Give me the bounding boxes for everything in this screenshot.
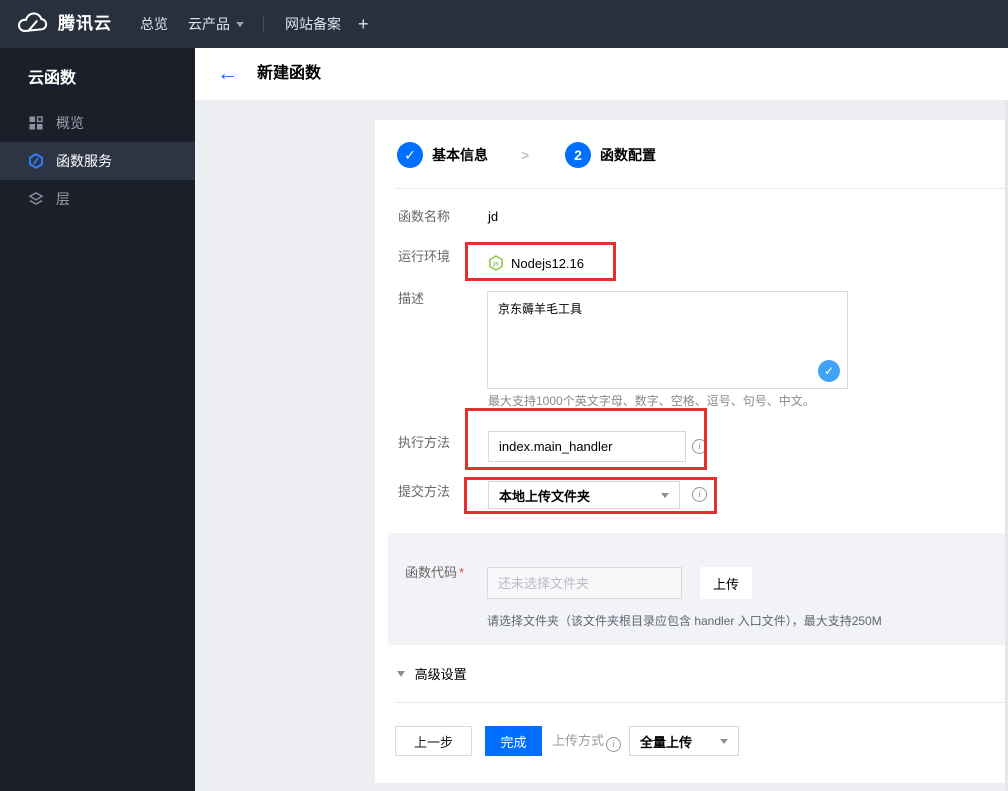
handler-info-icon[interactable] (692, 439, 707, 454)
sidebar-item-function-service[interactable]: 函数服务 (0, 142, 195, 180)
validation-check-icon: ✓ (818, 360, 840, 382)
submit-method-value: 本地上传文件夹 (499, 488, 591, 504)
layers-icon (28, 191, 44, 207)
upload-mode-value: 全量上传 (640, 734, 693, 750)
chevron-down-icon (236, 22, 244, 27)
description-hint: 最大支持1000个英文字母、数字、空格、逗号、句号、中文。 (488, 394, 815, 408)
handler-input[interactable] (488, 431, 686, 462)
runtime-label: 运行环境 (398, 249, 451, 264)
sidebar: 云函数 概览 函数服务 层 (0, 48, 195, 791)
grid-icon (28, 115, 44, 131)
upload-button[interactable]: 上传 (700, 567, 752, 599)
runtime-value: Nodejs12.16 (511, 255, 584, 271)
triangle-down-icon (397, 671, 405, 677)
topnav-website-record[interactable]: 网站备案 (285, 0, 341, 48)
handler-label: 执行方法 (398, 435, 451, 450)
step-chevron-icon: > (521, 147, 530, 163)
create-function-card: ✓ 基本信息 > 2 函数配置 函数名称 jd 运行环境 js Nodejs12… (375, 120, 1008, 783)
step1-label: 基本信息 (432, 147, 488, 163)
function-code-panel: 函数代码* 上传 请选择文件夹（该文件夹根目录应包含 handler 入口文件）… (388, 533, 1008, 645)
sidebar-item-label: 函数服务 (56, 153, 112, 169)
footer-divider (395, 702, 1008, 703)
advanced-settings-toggle[interactable]: 高级设置 (397, 665, 467, 685)
description-textarea[interactable]: 京东薅羊毛工具 (487, 291, 848, 389)
tencent-cloud-logo-icon[interactable] (14, 11, 52, 40)
finish-button[interactable]: 完成 (485, 726, 542, 756)
step1-done-check-icon: ✓ (397, 142, 423, 168)
description-label: 描述 (398, 291, 425, 306)
add-tab-button[interactable]: + (358, 0, 369, 48)
sidebar-item-layers[interactable]: 层 (0, 180, 195, 218)
sidebar-item-overview[interactable]: 概览 (0, 104, 195, 142)
upload-mode-label: 上传方式 (552, 726, 622, 756)
runtime-value-row: js Nodejs12.16 (488, 244, 584, 282)
topnav-cloud-products[interactable]: 云产品 (188, 0, 244, 48)
advanced-settings-label: 高级设置 (414, 667, 467, 682)
submit-method-info-icon[interactable] (692, 487, 707, 502)
upload-mode-select[interactable]: 全量上传 (629, 726, 739, 756)
brand-name[interactable]: 腾讯云 (58, 0, 112, 48)
folder-path-input[interactable] (487, 567, 682, 599)
topnav-overview[interactable]: 总览 (140, 0, 168, 48)
step2-label: 函数配置 (600, 147, 656, 163)
sidebar-item-label: 概览 (56, 115, 84, 131)
function-name-label: 函数名称 (398, 209, 451, 224)
back-arrow-icon[interactable]: ← (217, 48, 238, 100)
required-asterisk: * (459, 565, 465, 580)
sidebar-title: 云函数 (28, 70, 77, 87)
page-header: ← 新建函数 (195, 48, 1008, 100)
function-code-label: 函数代码 * (405, 565, 465, 580)
sidebar-item-label: 层 (56, 191, 70, 207)
topnav-divider (263, 15, 264, 33)
submit-method-select[interactable]: 本地上传文件夹 (488, 481, 680, 509)
steps-divider (395, 188, 1008, 189)
step2-number: 2 (565, 142, 591, 168)
function-name-value: jd (488, 209, 499, 224)
submit-method-label: 提交方法 (398, 484, 451, 499)
function-code-hint: 请选择文件夹（该文件夹根目录应包含 handler 入口文件），最大支持250M (487, 614, 882, 628)
upload-mode-info-icon[interactable] (606, 737, 622, 752)
svg-text:js: js (492, 261, 499, 268)
topbar: 腾讯云 总览 云产品 网站备案 + (0, 0, 1008, 48)
page-title: 新建函数 (257, 65, 322, 82)
chevron-down-icon (661, 493, 669, 498)
nodejs-icon: js (488, 255, 504, 271)
function-hexagon-icon (28, 153, 44, 169)
chevron-down-icon (720, 739, 728, 744)
previous-step-button[interactable]: 上一步 (395, 726, 472, 756)
